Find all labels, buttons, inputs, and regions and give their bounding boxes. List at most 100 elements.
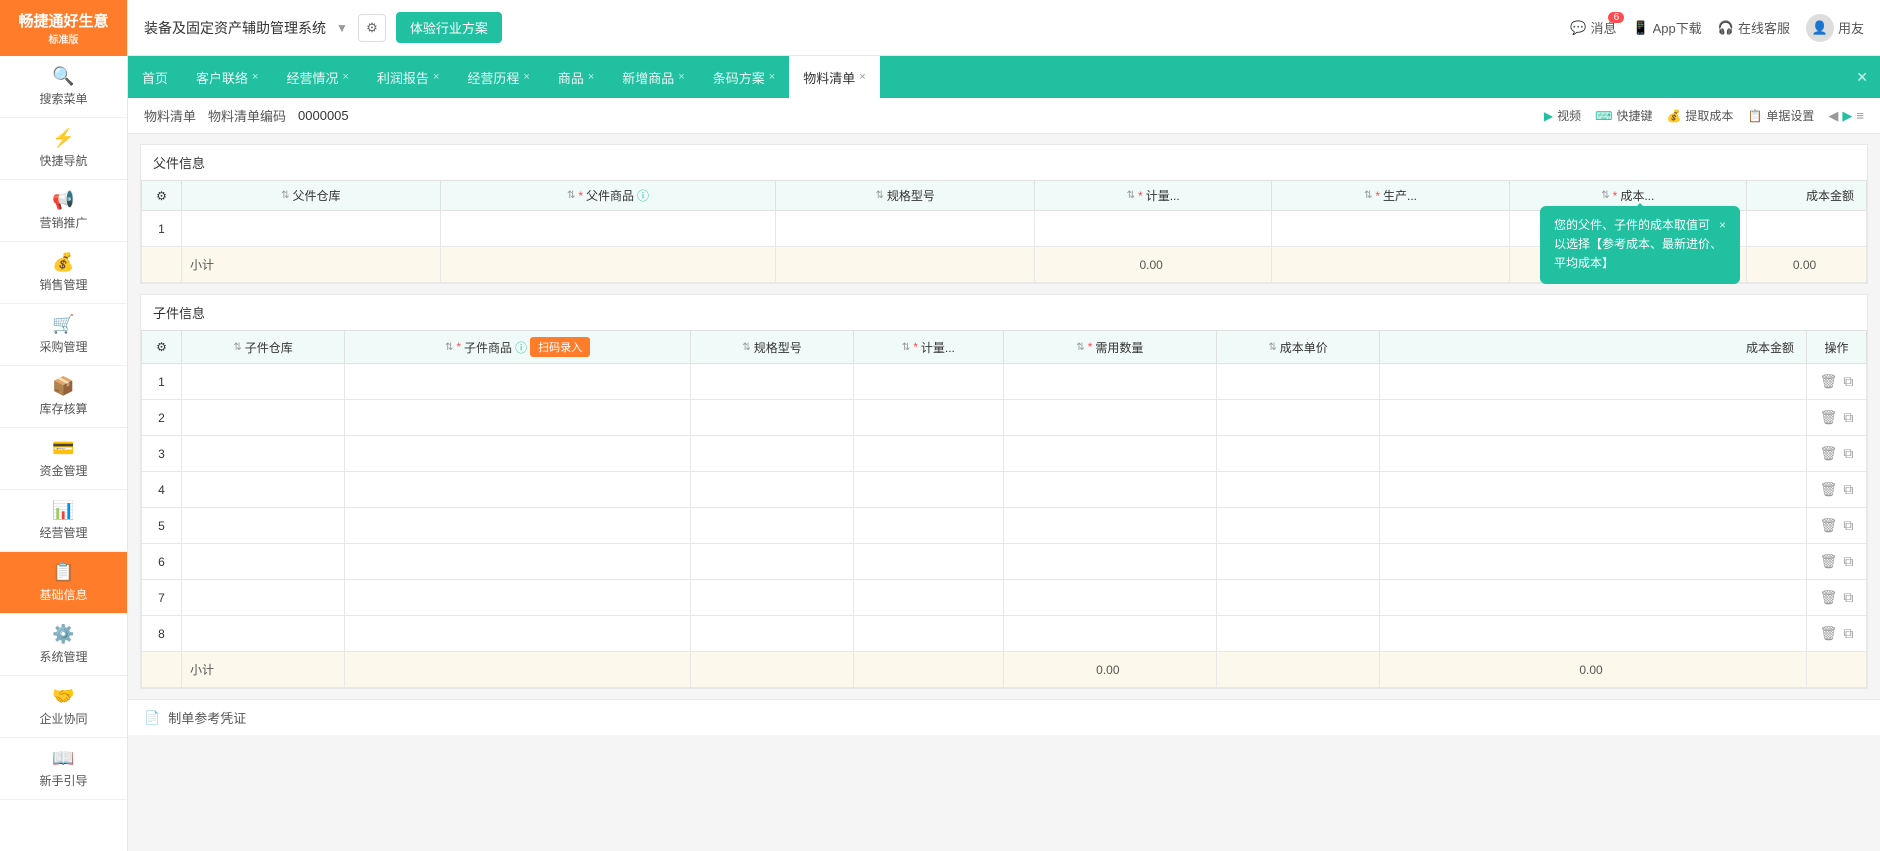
copy-icon[interactable]: ⧉ <box>1843 409 1853 426</box>
child-spec-cell[interactable] <box>691 400 854 436</box>
view-button[interactable]: ▶ 视频 <box>1544 107 1581 124</box>
sidebar-item-quicknav[interactable]: ⚡ 快捷导航 <box>0 118 127 180</box>
parent-warehouse-cell[interactable] <box>182 211 441 247</box>
child-warehouse-cell[interactable] <box>182 364 345 400</box>
parent-goods-cell[interactable] <box>440 211 776 247</box>
child-unit-cell[interactable] <box>854 616 1004 652</box>
sidebar-item-enterprise[interactable]: 🤝 企业协同 <box>0 676 127 738</box>
child-settings-gear-icon[interactable]: ⚙ <box>156 340 167 354</box>
next-page-button[interactable]: ▶ <box>1842 108 1852 124</box>
child-goods-cell[interactable] <box>345 436 691 472</box>
child-unit-cost-cell[interactable] <box>1217 364 1380 400</box>
child-warehouse-cell[interactable] <box>182 472 345 508</box>
child-unit-cell[interactable] <box>854 544 1004 580</box>
child-unit-cell[interactable] <box>854 580 1004 616</box>
tooltip-close-button[interactable]: × <box>1719 216 1726 235</box>
parent-unit-cell[interactable] <box>1035 211 1272 247</box>
child-spec-cell[interactable] <box>691 580 854 616</box>
sidebar-item-basicinfo[interactable]: 📋 基础信息 <box>0 552 127 614</box>
experience-button[interactable]: 体验行业方案 <box>396 12 502 43</box>
child-spec-cell[interactable] <box>691 364 854 400</box>
copy-icon[interactable]: ⧉ <box>1843 445 1853 462</box>
child-warehouse-cell[interactable] <box>182 436 345 472</box>
copy-icon[interactable]: ⧉ <box>1843 481 1853 498</box>
copy-icon[interactable]: ⧉ <box>1843 589 1853 606</box>
tab-barcode[interactable]: 条码方案 × <box>699 56 789 98</box>
child-unit-cost-cell[interactable] <box>1217 544 1380 580</box>
sidebar-item-sales[interactable]: 💰 销售管理 <box>0 242 127 304</box>
tab-barcode-close[interactable]: × <box>769 71 775 83</box>
header-gear-button[interactable]: ⚙ <box>358 14 386 42</box>
extract-cost-button[interactable]: 💰 提取成本 <box>1666 107 1733 124</box>
tab-operations-history[interactable]: 经营历程 × <box>453 56 543 98</box>
prev-page-button[interactable]: ◀ <box>1828 108 1838 124</box>
child-goods-cell[interactable] <box>345 508 691 544</box>
child-unit-cost-cell[interactable] <box>1217 580 1380 616</box>
child-unit-cell[interactable] <box>854 364 1004 400</box>
child-quantity-cell[interactable] <box>1003 436 1216 472</box>
sidebar-item-finance[interactable]: 💳 资金管理 <box>0 428 127 490</box>
sidebar-item-marketing[interactable]: 📢 营销推广 <box>0 180 127 242</box>
child-spec-cell[interactable] <box>691 544 854 580</box>
parent-production-cell[interactable] <box>1272 211 1509 247</box>
child-unit-cell[interactable] <box>854 472 1004 508</box>
tab-customers[interactable]: 客户联络 × <box>182 56 272 98</box>
breadcrumb-bom[interactable]: 物料清单 <box>144 106 196 125</box>
copy-icon[interactable]: ⧉ <box>1843 553 1853 570</box>
sidebar-item-inventory[interactable]: 📦 库存核算 <box>0 366 127 428</box>
delete-icon[interactable]: 🗑 <box>1820 481 1838 498</box>
tab-newgoods-close[interactable]: × <box>678 71 684 83</box>
child-warehouse-cell[interactable] <box>182 616 345 652</box>
copy-icon[interactable]: ⧉ <box>1843 373 1853 390</box>
child-unit-cost-cell[interactable] <box>1217 400 1380 436</box>
child-unit-cell[interactable] <box>854 436 1004 472</box>
delete-icon[interactable]: 🗑 <box>1820 553 1838 570</box>
delete-icon[interactable]: 🗑 <box>1820 409 1838 426</box>
sidebar-item-system[interactable]: ⚙️ 系统管理 <box>0 614 127 676</box>
sidebar-item-search[interactable]: 🔍 搜索菜单 <box>0 56 127 118</box>
app-download-button[interactable]: 📱 App下载 <box>1632 18 1701 37</box>
tab-bom[interactable]: 物料清单 × <box>789 56 879 98</box>
tab-goods[interactable]: 商品 × <box>544 56 608 98</box>
online-service-button[interactable]: 🎧 在线客服 <box>1718 18 1790 37</box>
child-quantity-cell[interactable] <box>1003 544 1216 580</box>
parent-spec-cell[interactable] <box>776 211 1035 247</box>
child-unit-cost-cell[interactable] <box>1217 616 1380 652</box>
delete-icon[interactable]: 🗑 <box>1820 445 1838 462</box>
tab-bom-close[interactable]: × <box>859 71 865 83</box>
child-unit-cost-cell[interactable] <box>1217 472 1380 508</box>
delete-icon[interactable]: 🗑 <box>1820 373 1838 390</box>
child-warehouse-cell[interactable] <box>182 580 345 616</box>
tab-profit-close[interactable]: × <box>433 71 439 83</box>
settings-gear-icon[interactable]: ⚙ <box>156 189 167 203</box>
child-unit-cell[interactable] <box>854 400 1004 436</box>
child-warehouse-cell[interactable] <box>182 400 345 436</box>
child-quantity-cell[interactable] <box>1003 508 1216 544</box>
sidebar-item-operations[interactable]: 📊 经营管理 <box>0 490 127 552</box>
tab-ops-close[interactable]: × <box>342 71 348 83</box>
child-goods-cell[interactable] <box>345 472 691 508</box>
child-quantity-cell[interactable] <box>1003 364 1216 400</box>
child-unit-cost-cell[interactable] <box>1217 436 1380 472</box>
copy-icon[interactable]: ⧉ <box>1843 625 1853 642</box>
shortcut-button[interactable]: ⌨ 快捷键 <box>1595 107 1652 124</box>
child-spec-cell[interactable] <box>691 616 854 652</box>
copy-icon[interactable]: ⧉ <box>1843 517 1853 534</box>
delete-icon[interactable]: 🗑 <box>1820 625 1838 642</box>
tab-operations-status[interactable]: 经营情况 × <box>272 56 362 98</box>
scan-button[interactable]: 扫码录入 <box>530 337 590 357</box>
child-unit-cell[interactable] <box>854 508 1004 544</box>
user-avatar-button[interactable]: 👤 用友 <box>1806 14 1864 42</box>
child-quantity-cell[interactable] <box>1003 400 1216 436</box>
sidebar-item-guide[interactable]: 📖 新手引导 <box>0 738 127 800</box>
tab-opshist-close[interactable]: × <box>523 71 529 83</box>
tab-profit-report[interactable]: 利润报告 × <box>363 56 453 98</box>
child-goods-cell[interactable] <box>345 544 691 580</box>
tab-new-goods[interactable]: 新增商品 × <box>608 56 698 98</box>
doc-settings-button[interactable]: 📋 单据设置 <box>1747 107 1814 124</box>
child-goods-cell[interactable] <box>345 580 691 616</box>
child-quantity-cell[interactable] <box>1003 472 1216 508</box>
child-unit-cost-cell[interactable] <box>1217 508 1380 544</box>
child-goods-cell[interactable] <box>345 400 691 436</box>
child-goods-cell[interactable] <box>345 364 691 400</box>
